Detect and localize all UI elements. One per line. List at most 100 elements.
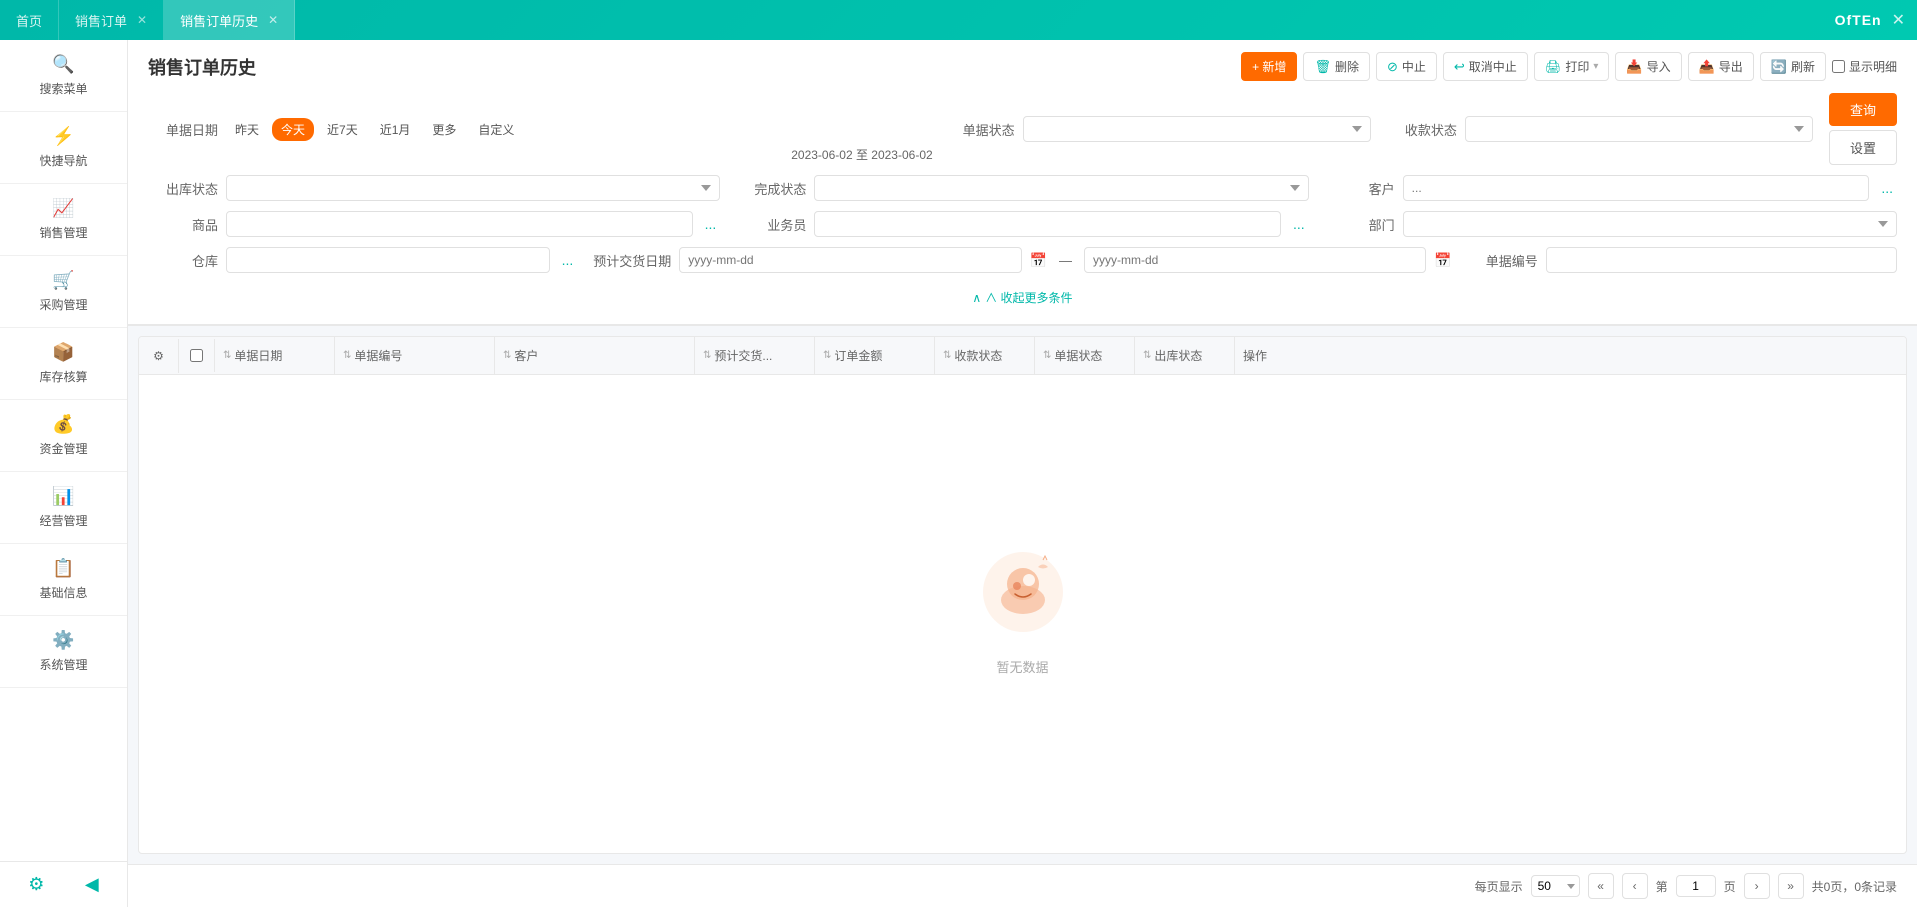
- filter-complete-label: 完成状态: [736, 179, 806, 198]
- select-all-checkbox[interactable]: [190, 349, 203, 362]
- tab-sales-order-close[interactable]: ✕: [137, 13, 147, 27]
- sidebar-item-purchase-mgmt[interactable]: 🛒 采购管理: [0, 256, 127, 328]
- sidebar-item-capital-mgmt[interactable]: 💰 资金管理: [0, 400, 127, 472]
- collapse-conditions[interactable]: ∧ ∧ 收起更多条件: [148, 283, 1897, 312]
- sidebar-item-sales-mgmt[interactable]: 📈 销售管理: [0, 184, 127, 256]
- first-page-button[interactable]: «: [1588, 873, 1614, 899]
- total-records: 共0页，0条记录: [1812, 878, 1897, 895]
- th-doc-status[interactable]: ⇅ 单据状态: [1035, 337, 1135, 374]
- collapse-label: ∧ 收起更多条件: [985, 289, 1072, 306]
- th-delivery[interactable]: ⇅ 预计交货...: [695, 337, 815, 374]
- import-button[interactable]: 📥 导入: [1615, 52, 1681, 81]
- filter-delivery-end[interactable]: [1084, 247, 1426, 273]
- refresh-button-label: 刷新: [1791, 58, 1815, 75]
- filter-settings-button[interactable]: 设置: [1829, 130, 1897, 165]
- sort-icon-customer: ⇅: [503, 350, 511, 361]
- tab-bar: 首页 销售订单 ✕ 销售订单历史 ✕: [0, 0, 1823, 40]
- display-toggle[interactable]: 显示明细: [1832, 58, 1897, 75]
- filter-out-status-select[interactable]: [226, 175, 720, 201]
- stop-icon: ⊘: [1387, 59, 1398, 75]
- sidebar-settings-icon[interactable]: ⚙: [28, 874, 44, 895]
- export-button[interactable]: 📤 导出: [1688, 52, 1754, 81]
- filter-doc-status-select[interactable]: [1023, 116, 1371, 142]
- date-chip-today[interactable]: 今天: [272, 118, 314, 141]
- filter-doc-no-input[interactable]: [1546, 247, 1897, 273]
- date-chip-7days[interactable]: 近7天: [318, 118, 367, 141]
- prev-page-button[interactable]: ‹: [1622, 873, 1648, 899]
- stop-button[interactable]: ⊘ 中止: [1376, 52, 1437, 81]
- print-button[interactable]: 🖨 打印 ▾: [1534, 52, 1610, 81]
- filter-field-out-status: 出库状态: [148, 175, 720, 201]
- filter-product-input[interactable]: [226, 211, 693, 237]
- date-chip-more[interactable]: 更多: [423, 118, 465, 141]
- th-customer[interactable]: ⇅ 客户: [495, 337, 695, 374]
- new-button[interactable]: + 新增: [1241, 52, 1297, 81]
- filter-product-label: 商品: [148, 215, 218, 234]
- filter-dept-select[interactable]: [1403, 211, 1897, 237]
- filter-warehouse-input[interactable]: [226, 247, 550, 273]
- sidebar-item-inventory-calc[interactable]: 📦 库存核算: [0, 328, 127, 400]
- cancel-stop-button[interactable]: ↩ 取消中止: [1443, 52, 1528, 81]
- th-check[interactable]: [179, 339, 215, 372]
- filter-field-delivery-date: 预计交货日期 📅 — 📅: [593, 247, 1452, 273]
- page-size-select[interactable]: 50 100 200: [1531, 875, 1580, 897]
- customer-ellipsis-icon[interactable]: ...: [1877, 180, 1897, 196]
- delete-button[interactable]: 🗑 删除: [1303, 52, 1370, 81]
- date-chip-1month[interactable]: 近1月: [371, 118, 420, 141]
- calendar-end-icon[interactable]: 📅: [1434, 252, 1451, 269]
- sidebar-item-system-mgmt[interactable]: ⚙️ 系统管理: [0, 616, 127, 688]
- display-detail-checkbox[interactable]: [1832, 60, 1845, 73]
- calendar-start-icon[interactable]: 📅: [1030, 252, 1047, 269]
- filter-row-4: 仓库 ... 预计交货日期 📅 — 📅 单据编号: [148, 247, 1897, 273]
- date-range-separator: —: [1055, 253, 1076, 268]
- sidebar-item-operation-mgmt[interactable]: 📊 经营管理: [0, 472, 127, 544]
- th-settings[interactable]: ⚙: [139, 339, 179, 373]
- prev-page-icon: ‹: [1633, 879, 1637, 893]
- salesperson-ellipsis-icon[interactable]: ...: [1289, 216, 1309, 232]
- th-date[interactable]: ⇅ 单据日期: [215, 337, 335, 374]
- product-ellipsis-icon[interactable]: ...: [701, 216, 721, 232]
- last-page-button[interactable]: »: [1778, 873, 1804, 899]
- tab-sales-order-history-close[interactable]: ✕: [268, 13, 278, 27]
- filter-dept-label: 部门: [1325, 215, 1395, 234]
- filter-complete-select[interactable]: [814, 175, 1308, 201]
- th-payment-status[interactable]: ⇅ 收款状态: [935, 337, 1035, 374]
- th-actions: 操作: [1235, 337, 1906, 374]
- quick-nav-icon: ⚡: [52, 126, 74, 147]
- filter-delivery-start[interactable]: [679, 247, 1021, 273]
- filter-out-status-label: 出库状态: [148, 179, 218, 198]
- table-header: ⚙ ⇅ 单据日期 ⇅ 单据编号 ⇅ 客户 ⇅: [139, 337, 1906, 375]
- th-amount[interactable]: ⇅ 订单金额: [815, 337, 935, 374]
- table-area: ⚙ ⇅ 单据日期 ⇅ 单据编号 ⇅ 客户 ⇅: [138, 336, 1907, 854]
- date-chip-custom[interactable]: 自定义: [469, 118, 523, 141]
- th-out-status[interactable]: ⇅ 出库状态: [1135, 337, 1235, 374]
- filter-salesperson-input[interactable]: [814, 211, 1281, 237]
- tab-home[interactable]: 首页: [0, 0, 59, 40]
- current-page-input[interactable]: [1676, 875, 1716, 897]
- content-area: 销售订单历史 + 新增 🗑 删除 ⊘ 中止 ↩ 取消中止: [128, 40, 1917, 907]
- filter-payment-select[interactable]: [1465, 116, 1813, 142]
- sidebar-item-search-menu[interactable]: 🔍 搜索菜单: [0, 40, 127, 112]
- top-bar: 首页 销售订单 ✕ 销售订单历史 ✕ OfTEn ✕: [0, 0, 1917, 40]
- cancel-stop-icon: ↩: [1454, 59, 1465, 75]
- sidebar-collapse-icon[interactable]: ◀: [85, 874, 99, 895]
- refresh-button[interactable]: 🔄 刷新: [1760, 52, 1826, 81]
- th-doc-no[interactable]: ⇅ 单据编号: [335, 337, 495, 374]
- th-payment-label: 收款状态: [954, 347, 1002, 364]
- query-button[interactable]: 查询: [1829, 93, 1897, 126]
- filter-field-salesperson: 业务员 ...: [736, 211, 1308, 237]
- page-header-inner: 销售订单历史 + 新增 🗑 删除 ⊘ 中止 ↩ 取消中止: [128, 40, 1917, 81]
- filter-customer-input[interactable]: [1403, 175, 1870, 201]
- date-chip-yesterday[interactable]: 昨天: [226, 118, 268, 141]
- sidebar-item-quick-nav[interactable]: ⚡ 快捷导航: [0, 112, 127, 184]
- next-page-icon: ›: [1755, 879, 1759, 893]
- th-actions-label: 操作: [1243, 347, 1267, 364]
- tab-sales-order-history[interactable]: 销售订单历史 ✕: [164, 0, 295, 40]
- tab-sales-order[interactable]: 销售订单 ✕: [59, 0, 164, 40]
- next-page-button[interactable]: ›: [1744, 873, 1770, 899]
- filter-delivery-label: 预计交货日期: [593, 251, 671, 270]
- window-close-icon[interactable]: ✕: [1892, 10, 1905, 30]
- sidebar-item-basic-info[interactable]: 📋 基础信息: [0, 544, 127, 616]
- tab-sales-order-history-label: 销售订单历史: [180, 11, 258, 30]
- warehouse-ellipsis-icon[interactable]: ...: [558, 252, 578, 268]
